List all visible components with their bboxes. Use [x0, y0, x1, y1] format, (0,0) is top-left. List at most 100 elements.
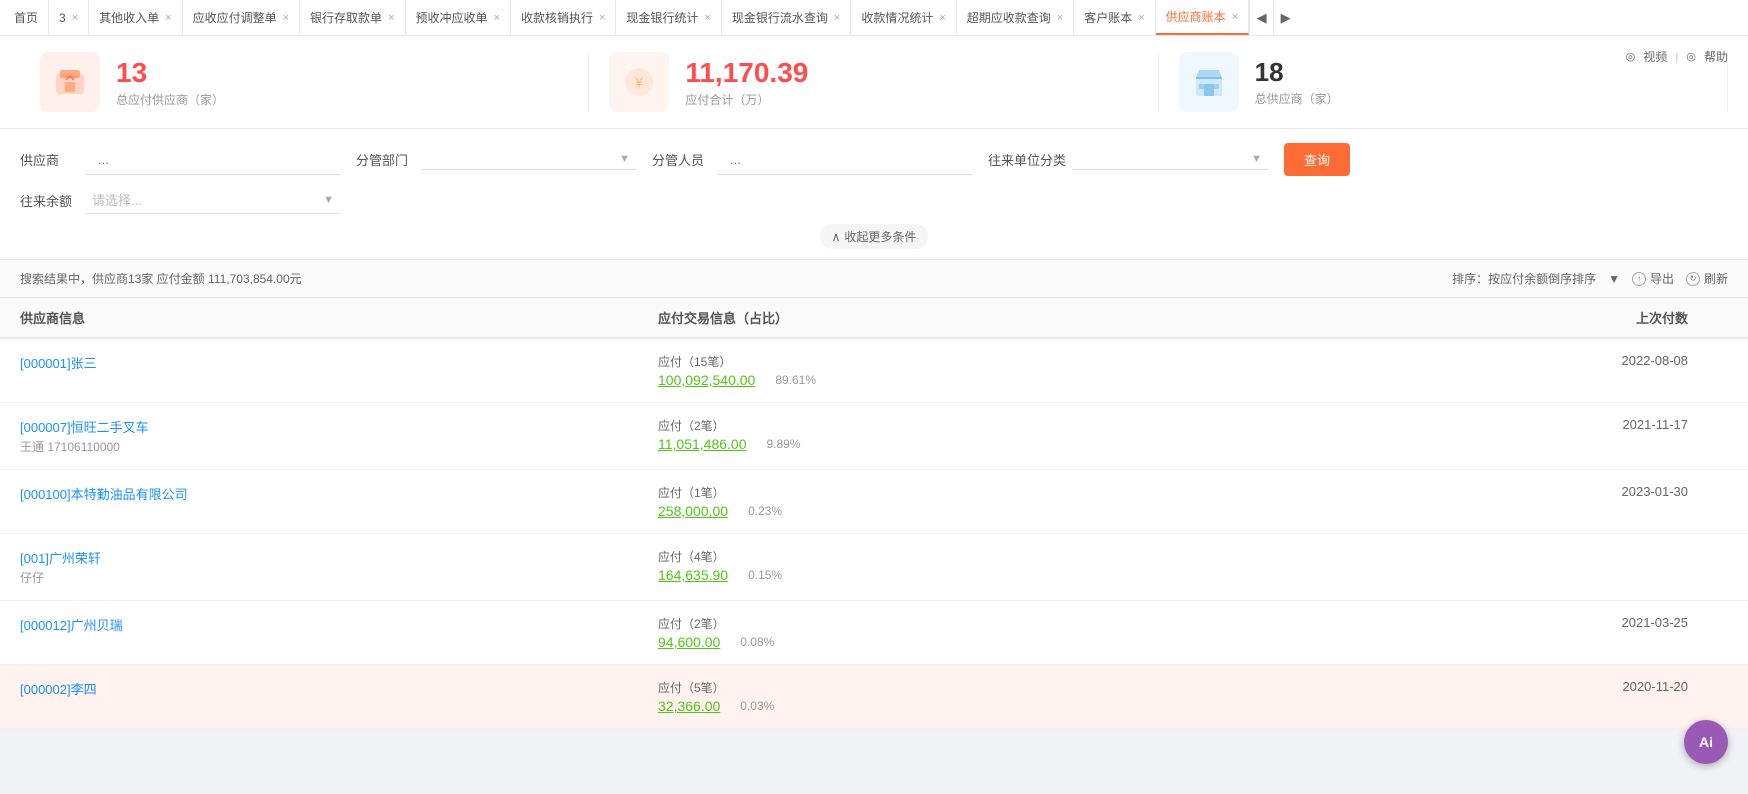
trans-amount-2[interactable]: 11,051,486.00: [658, 436, 747, 452]
summary-bar: 13 总应付供应商（家） ¥ 11,170.39 应付合计（万）: [0, 36, 1748, 129]
sort-button[interactable]: ▼: [1608, 272, 1620, 286]
supplier-contact-2: 王通 17106110000: [20, 438, 638, 455]
supplier-info-1: [000001]张三: [20, 353, 638, 372]
nav-tab-ar-ap-adjust-close[interactable]: ×: [283, 12, 289, 24]
svg-text:¥: ¥: [634, 74, 643, 90]
question-icon: ◎: [1686, 50, 1696, 63]
nav-tab-customer-ledger-close[interactable]: ×: [1138, 12, 1144, 24]
trans-amount-5[interactable]: 94,600.00: [658, 634, 720, 650]
nav-tab-bank[interactable]: 银行存取款单 ×: [300, 0, 405, 35]
table-row: [000100]本特勤油品有限公司 应付（1笔） 258,000.00 0.23…: [0, 470, 1748, 534]
links-divider: |: [1675, 50, 1678, 64]
trans-percent-3: 0.23%: [748, 504, 782, 518]
total-suppliers-value: 18: [1255, 57, 1339, 88]
supplier-link-1[interactable]: [000001]张三: [20, 356, 97, 371]
nav-tab-3-close[interactable]: ×: [72, 12, 78, 24]
supplier-contact-4: 仔仔: [20, 569, 638, 586]
nav-tab-receipt-stat-close[interactable]: ×: [939, 12, 945, 24]
nav-tab-ar-ap-adjust[interactable]: 应收应付调整单 ×: [183, 0, 300, 35]
trans-percent-6: 0.03%: [740, 699, 774, 713]
nav-tab-3[interactable]: 3 ×: [49, 0, 89, 35]
collapse-button[interactable]: ∧ 收起更多条件: [820, 224, 929, 249]
category-select[interactable]: ▼: [1072, 149, 1268, 170]
results-actions: 排序：按应付余额倒序排序 ▼ ↑ 导出 ↻ 刷新: [1452, 270, 1728, 287]
nav-tab-supplier-ledger-close[interactable]: ×: [1232, 11, 1238, 23]
nav-tab-home-label: 首页: [14, 9, 38, 26]
dept-filter-label: 分管部门: [356, 150, 416, 169]
nav-tab-ar-ap-adjust-label: 应收应付调整单: [193, 9, 277, 26]
nav-arrow-left[interactable]: ◀: [1249, 0, 1273, 35]
nav-tab-bank-close[interactable]: ×: [388, 12, 394, 24]
supplier-info-6: [000002]李四: [20, 679, 638, 698]
payable-amount-text: 11,170.39 应付合计（万）: [685, 56, 808, 109]
refresh-button[interactable]: ↻ 刷新: [1686, 270, 1728, 287]
filter-area: 供应商 分管部门 ▼ 分管人员 往来单位分类 ▼: [0, 129, 1748, 260]
nav-tab-cash-bank-query-close[interactable]: ×: [834, 12, 840, 24]
trans-label-5: 应付（2笔）: [658, 615, 1276, 632]
nav-tab-customer-ledger-label: 客户账本: [1084, 9, 1132, 26]
filter-balance: 往来余额 请选择... ▼: [20, 186, 340, 214]
last-pay-6: 2020-11-20: [1276, 679, 1728, 694]
nav-tab-receipt-exec[interactable]: 收款核销执行 ×: [511, 0, 616, 35]
filter-row-2: 往来余额 请选择... ▼: [20, 186, 1728, 214]
nav-tab-receipt-stat[interactable]: 收款情况统计 ×: [851, 0, 956, 35]
supplier-link-4[interactable]: [001]广州荣轩: [20, 551, 101, 566]
transaction-info-6: 应付（5笔） 32,366.00 0.03%: [638, 679, 1276, 714]
supplier-icon: [40, 52, 100, 112]
trans-label-3: 应付（1笔）: [658, 484, 1276, 501]
nav-tab-prepay-ar[interactable]: 预收冲应收单 ×: [406, 0, 511, 35]
supplier-info-3: [000100]本特勤油品有限公司: [20, 484, 638, 503]
dept-select[interactable]: ▼: [422, 149, 636, 170]
nav-tab-customer-ledger[interactable]: 客户账本 ×: [1074, 0, 1155, 35]
export-icon: ↑: [1632, 272, 1646, 286]
nav-tab-cash-bank-query[interactable]: 现金银行流水查询 ×: [722, 0, 851, 35]
balance-dropdown-arrow: ▼: [323, 194, 334, 206]
ai-button[interactable]: Ai: [1684, 720, 1728, 764]
payable-suppliers-value: 13: [116, 56, 224, 90]
video-link[interactable]: 视频: [1643, 48, 1667, 65]
help-link[interactable]: 帮助: [1704, 48, 1728, 65]
table-row: [001]广州荣轩 仔仔 应付（4笔） 164,635.90 0.15%: [0, 534, 1748, 601]
trans-amount-6[interactable]: 32,366.00: [658, 698, 720, 714]
supplier-info-2: [000007]恒旺二手叉车 王通 17106110000: [20, 417, 638, 455]
nav-tab-home[interactable]: 首页: [4, 0, 49, 35]
person-input[interactable]: [724, 148, 966, 171]
nav-tab-prepay-ar-close[interactable]: ×: [494, 12, 500, 24]
trans-amount-3[interactable]: 258,000.00: [658, 503, 728, 519]
supplier-link-6[interactable]: [000002]李四: [20, 682, 97, 697]
balance-select[interactable]: 请选择... ▼: [86, 186, 340, 214]
nav-tab-other-income[interactable]: 其他收入单 ×: [89, 0, 182, 35]
trans-amount-1[interactable]: 100,092,540.00: [658, 372, 755, 388]
results-summary-text: 搜索结果中，供应商13家 应付金额 111,703,854.00元: [20, 270, 302, 287]
nav-tab-receipt-stat-label: 收款情况统计: [861, 9, 933, 26]
nav-tab-other-income-close[interactable]: ×: [165, 12, 171, 24]
query-button[interactable]: 查询: [1284, 143, 1350, 176]
collapse-row: ∧ 收起更多条件: [20, 224, 1728, 249]
table-row: [000012]广州贝瑞 应付（2笔） 94,600.00 0.08% 2021…: [0, 601, 1748, 665]
payable-suppliers-label: 总应付供应商（家）: [116, 91, 224, 108]
refresh-icon: ↻: [1686, 272, 1700, 286]
nav-tab-supplier-ledger[interactable]: 供应商账本 ×: [1156, 0, 1249, 35]
nav-tab-3-label: 3: [59, 11, 66, 25]
supplier-input[interactable]: [92, 148, 334, 171]
nav-tab-cash-bank-stat-close[interactable]: ×: [704, 12, 710, 24]
balance-select-value: 请选择...: [92, 190, 142, 209]
last-pay-2: 2021-11-17: [1276, 417, 1728, 432]
trans-amount-4[interactable]: 164,635.90: [658, 567, 728, 583]
refresh-label: 刷新: [1704, 270, 1728, 287]
nav-tab-receipt-exec-close[interactable]: ×: [599, 12, 605, 24]
nav-arrow-right[interactable]: ▶: [1273, 0, 1297, 35]
collapse-icon: ∧: [832, 230, 841, 244]
filter-row-1: 供应商 分管部门 ▼ 分管人员 往来单位分类 ▼: [20, 143, 1728, 176]
supplier-link-2[interactable]: [000007]恒旺二手叉车: [20, 420, 149, 435]
nav-tab-overdue-ar-close[interactable]: ×: [1057, 12, 1063, 24]
nav-tab-cash-bank-stat[interactable]: 现金银行统计 ×: [616, 0, 721, 35]
export-button[interactable]: ↑ 导出: [1632, 270, 1674, 287]
trans-percent-2: 9.89%: [767, 437, 801, 451]
payable-amount-label: 应付合计（万）: [685, 91, 808, 108]
sort-label: 排序：按应付余额倒序排序: [1452, 270, 1596, 287]
supplier-link-3[interactable]: [000100]本特勤油品有限公司: [20, 487, 188, 502]
transaction-info-4: 应付（4笔） 164,635.90 0.15%: [638, 548, 1276, 583]
supplier-link-5[interactable]: [000012]广州贝瑞: [20, 618, 123, 633]
nav-tab-overdue-ar[interactable]: 超期应收款查询 ×: [957, 0, 1074, 35]
